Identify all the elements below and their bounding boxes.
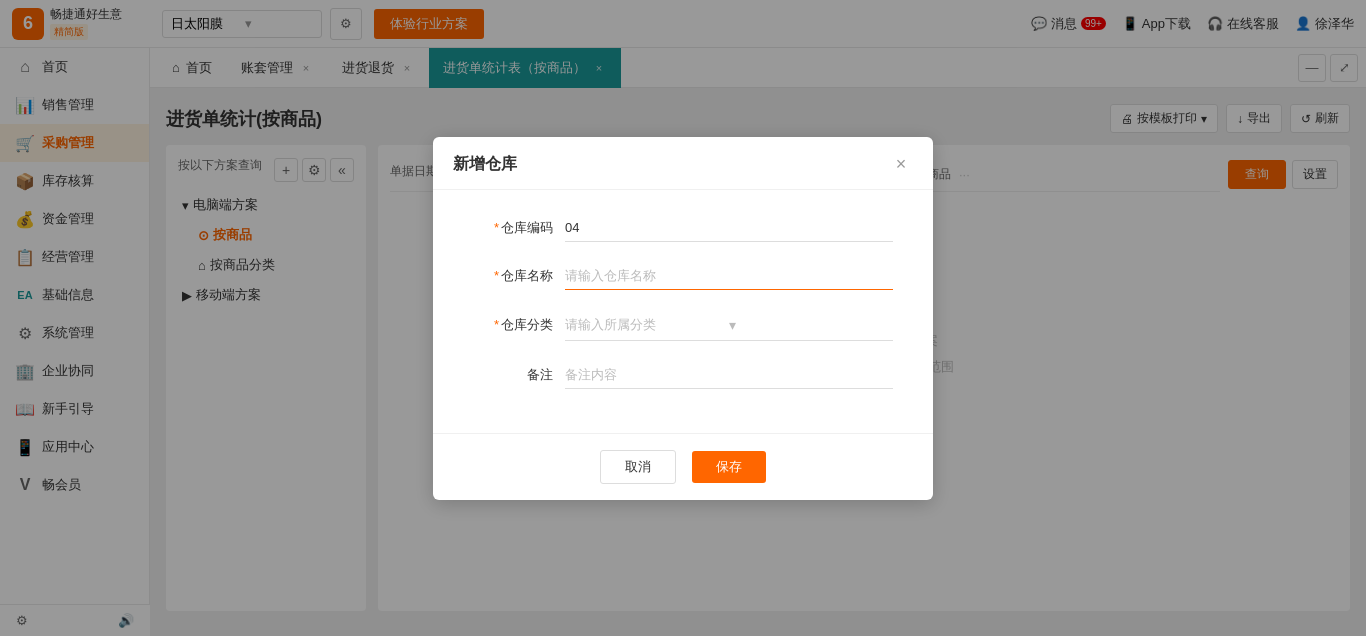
name-label: 仓库名称 — [473, 267, 553, 285]
note-input[interactable] — [565, 361, 893, 389]
category-select[interactable]: 请输入所属分类 ▾ — [565, 310, 893, 341]
code-label: 仓库编码 — [473, 219, 553, 237]
dialog-footer: 取消 保存 — [433, 433, 933, 500]
code-input[interactable] — [565, 214, 893, 242]
note-label: 备注 — [473, 366, 553, 384]
dialog-header: 新增仓库 × — [433, 137, 933, 190]
name-input[interactable] — [565, 262, 893, 290]
dialog-close-button[interactable]: × — [889, 153, 913, 177]
modal-overlay[interactable]: 新增仓库 × 仓库编码 仓库名称 仓库分类 请输入所属分类 ▾ — [0, 0, 1366, 636]
dialog-body: 仓库编码 仓库名称 仓库分类 请输入所属分类 ▾ 备注 — [433, 190, 933, 433]
form-row-category: 仓库分类 请输入所属分类 ▾ — [473, 310, 893, 341]
save-button[interactable]: 保存 — [692, 451, 766, 483]
form-row-code: 仓库编码 — [473, 214, 893, 242]
form-row-note: 备注 — [473, 361, 893, 389]
category-placeholder: 请输入所属分类 — [565, 316, 729, 334]
form-row-name: 仓库名称 — [473, 262, 893, 290]
cancel-button[interactable]: 取消 — [600, 450, 676, 484]
new-warehouse-dialog: 新增仓库 × 仓库编码 仓库名称 仓库分类 请输入所属分类 ▾ — [433, 137, 933, 500]
category-label: 仓库分类 — [473, 316, 553, 334]
dialog-title: 新增仓库 — [453, 154, 517, 175]
category-arrow-icon: ▾ — [729, 317, 893, 333]
